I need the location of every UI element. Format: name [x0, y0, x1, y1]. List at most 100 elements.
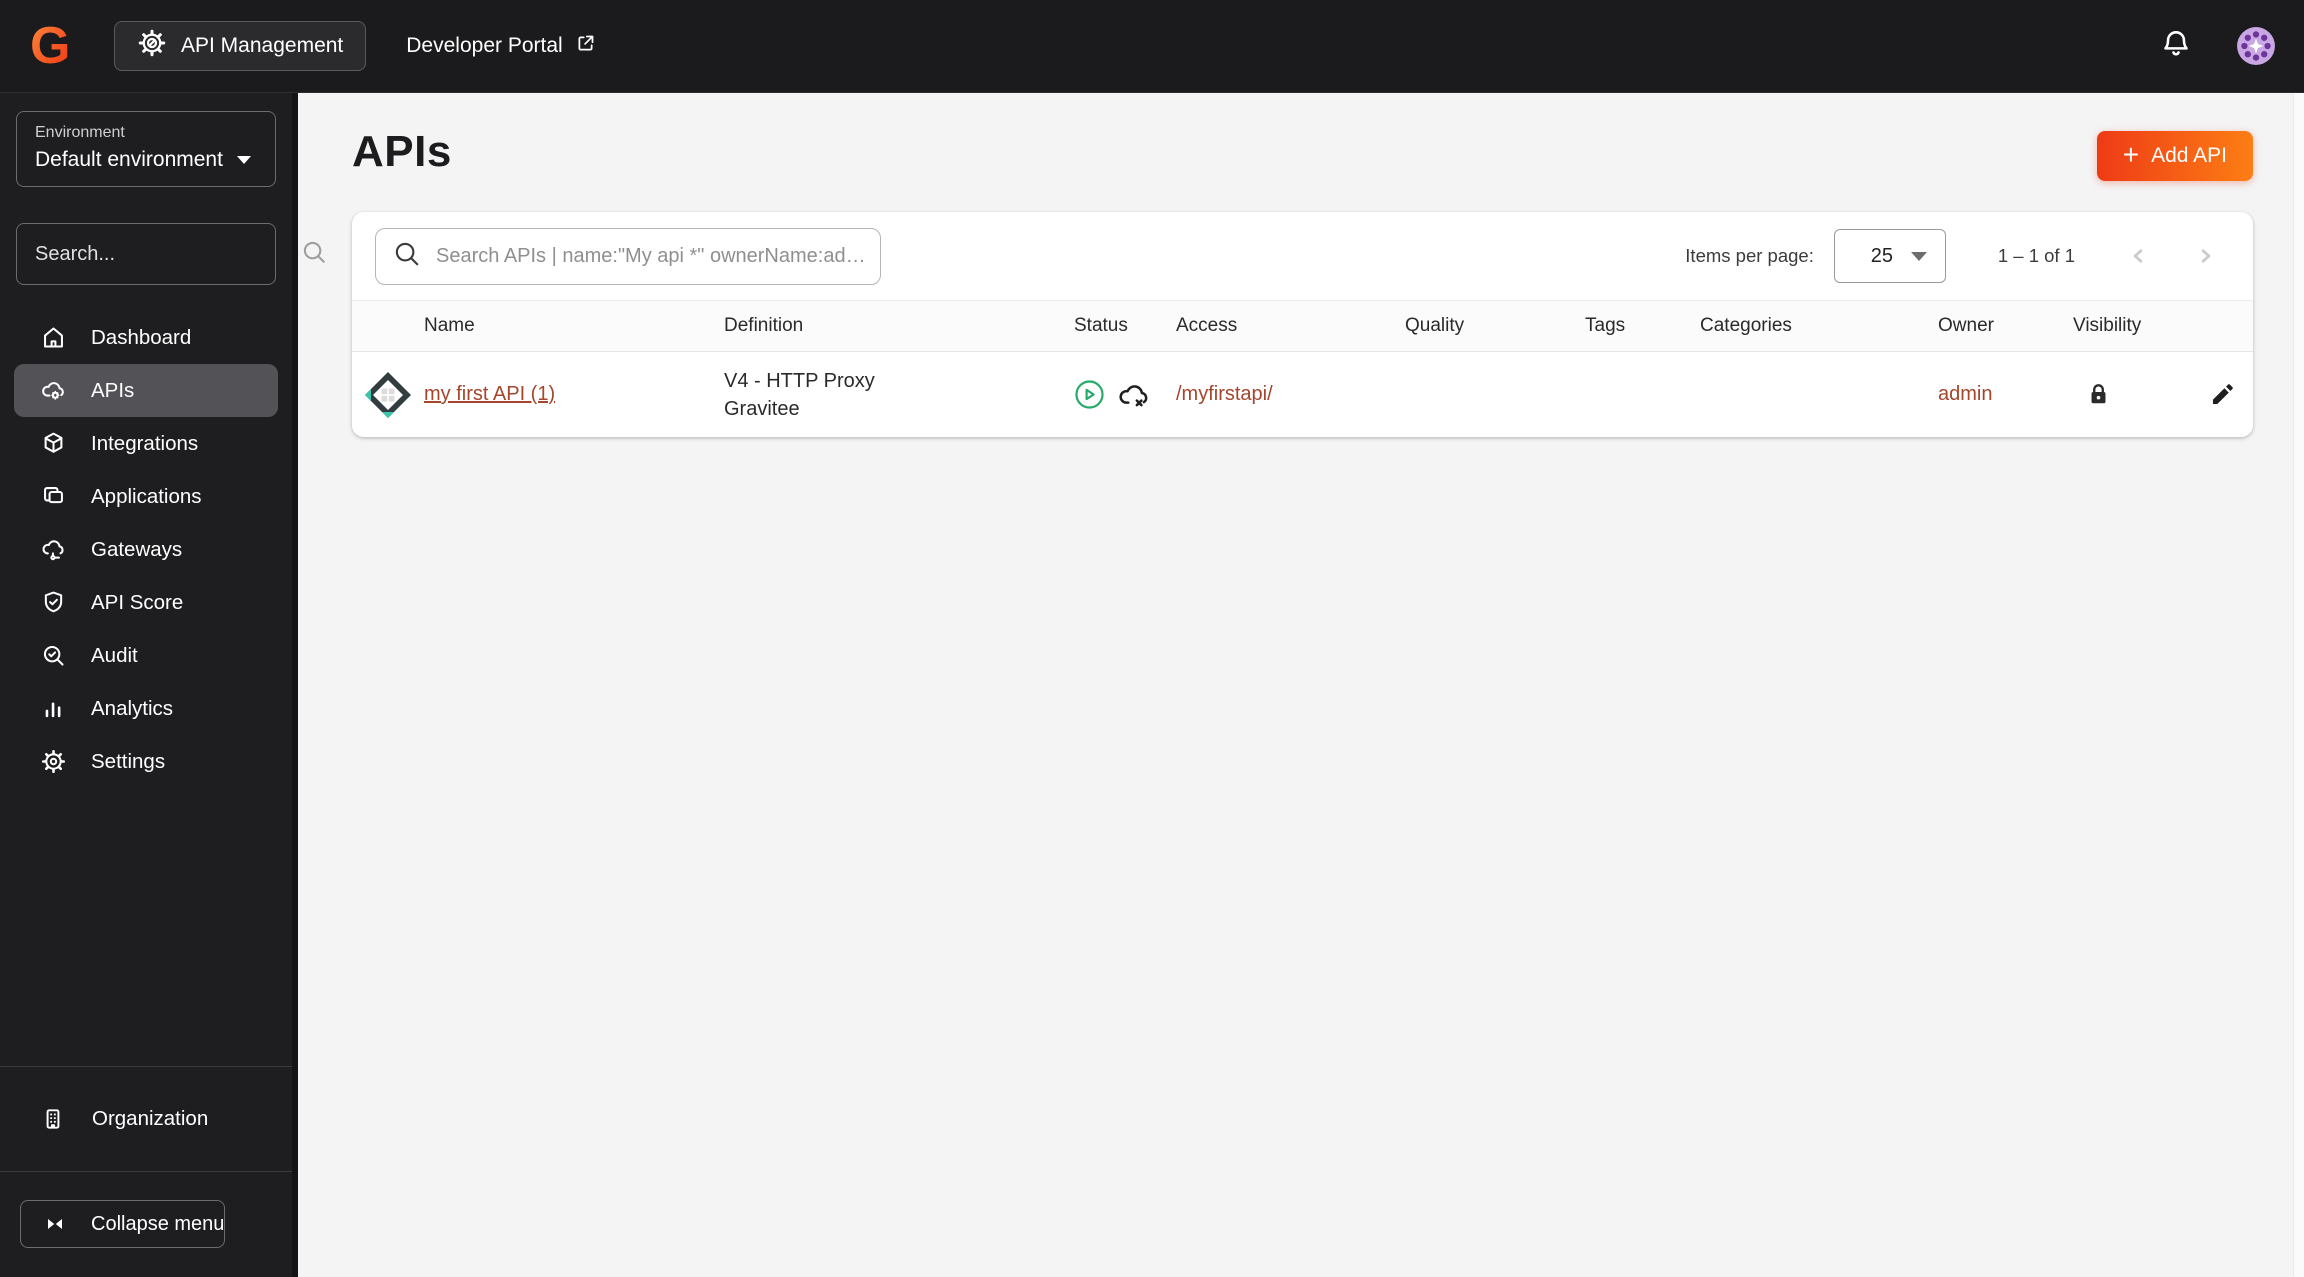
sidebar-item-label: Settings — [91, 749, 166, 773]
pagination-range: 1 – 1 of 1 — [1997, 245, 2075, 266]
gravitee-logo[interactable]: G — [28, 18, 80, 74]
next-page-button[interactable] — [2183, 233, 2229, 279]
building-icon — [40, 1106, 66, 1132]
api-name-cell: my first API (1) — [424, 383, 724, 406]
edit-api-button[interactable] — [2208, 381, 2236, 409]
apps-icon — [40, 483, 67, 510]
sidebar-item-gateways[interactable]: Gateways — [14, 523, 278, 576]
column-header-tags: Tags — [1585, 315, 1626, 336]
column-header-name: Name — [424, 315, 475, 336]
api-name-link[interactable]: my first API (1) — [424, 383, 555, 405]
shield-check-icon — [40, 589, 67, 616]
sidebar: Environment Default environment Dashboar… — [0, 93, 325, 1277]
apis-table-card: Items per page: 25 1 – 1 of 1 — [352, 212, 2253, 437]
table-filter-row: Items per page: 25 1 – 1 of 1 — [352, 212, 2253, 300]
column-header-categories: Categories — [1700, 315, 1792, 336]
collapse-menu-button[interactable]: Collapse menu — [20, 1200, 226, 1248]
cloud-gear-icon — [40, 377, 67, 404]
user-avatar[interactable] — [2236, 26, 2276, 66]
sidebar-item-label: API Score — [91, 590, 184, 614]
environment-label: Environment — [35, 124, 125, 141]
add-api-button[interactable]: + Add API — [2096, 131, 2253, 181]
api-actions-cell — [2208, 381, 2253, 409]
developer-portal-label: Developer Portal — [406, 34, 563, 57]
api-definition-line2: Gravitee — [724, 397, 800, 420]
sidebar-item-api-score[interactable]: API Score — [14, 576, 278, 629]
scrollbar-track[interactable] — [2293, 93, 2304, 1277]
sidebar-item-organization[interactable]: Organization — [0, 1067, 292, 1171]
api-definition-cell: V4 - HTTP Proxy Gravitee — [724, 367, 1074, 423]
notifications-button[interactable] — [2158, 26, 2194, 67]
api-search-input[interactable] — [436, 244, 864, 268]
page-title: APIs — [352, 127, 452, 176]
column-header-status: Status — [1074, 315, 1128, 336]
column-header-access: Access — [1176, 315, 1238, 336]
column-header-quality: Quality — [1405, 315, 1465, 336]
sidebar-item-label: APIs — [91, 378, 135, 402]
column-header-visibility: Visibility — [2073, 315, 2142, 336]
api-search-box — [375, 227, 881, 285]
external-link-icon — [575, 33, 596, 60]
search-icon — [392, 239, 422, 274]
pencil-icon — [2208, 381, 2236, 409]
main-content: APIs + Add API Items per page: 25 — [304, 93, 2304, 1277]
api-status-cell — [1074, 377, 1176, 412]
plus-icon: + — [2122, 138, 2140, 170]
cloud-node-icon — [40, 536, 67, 563]
environment-value: Default environment — [35, 148, 223, 171]
sidebar-item-label: Analytics — [91, 696, 174, 720]
chevron-left-icon — [2133, 249, 2143, 263]
api-access-cell: /myfirstapi/ — [1176, 383, 1273, 405]
gear-icon — [137, 28, 167, 64]
sidebar-item-apis[interactable]: APIs — [14, 364, 278, 417]
sidebar-search-input[interactable] — [35, 242, 300, 266]
items-per-page-label: Items per page: — [1685, 245, 1814, 266]
api-management-label: API Management — [181, 34, 344, 57]
api-avatar — [364, 371, 424, 419]
sidebar-item-label: Integrations — [91, 431, 199, 455]
search-check-icon — [40, 642, 67, 669]
sidebar-nav: Dashboard APIs Integrations Applications… — [0, 311, 292, 788]
gear-icon — [40, 748, 67, 775]
items-per-page-value: 25 — [1870, 244, 1893, 267]
svg-text:G: G — [30, 19, 70, 73]
sidebar-search — [16, 223, 325, 285]
sidebar-footer: Organization Collapse menu — [0, 1066, 292, 1277]
api-owner-cell: admin — [1938, 383, 1993, 405]
table-row[interactable]: my first API (1) V4 - HTTP Proxy Gravite… — [352, 352, 2253, 437]
column-header-definition: Definition — [724, 315, 804, 336]
sidebar-item-label: Applications — [91, 484, 202, 508]
sidebar-item-applications[interactable]: Applications — [14, 470, 278, 523]
sidebar-item-analytics[interactable]: Analytics — [14, 682, 278, 735]
collapse-menu-label: Collapse menu — [91, 1212, 225, 1235]
sidebar-item-label: Dashboard — [91, 325, 192, 349]
status-started-icon — [1074, 379, 1105, 410]
environment-select[interactable]: Environment Default environment — [16, 111, 276, 187]
sidebar-item-label: Audit — [91, 643, 138, 667]
bell-icon — [2158, 26, 2194, 67]
items-per-page-select[interactable]: 25 — [1833, 229, 1946, 283]
lock-icon — [2085, 381, 2112, 408]
top-bar: G API Management Developer Portal — [0, 0, 2304, 93]
organization-label: Organization — [92, 1107, 209, 1130]
user-identicon-icon — [2237, 27, 2275, 65]
chevron-down-icon — [236, 156, 251, 164]
bar-chart-icon — [40, 695, 67, 722]
chevron-down-icon — [1910, 251, 1927, 261]
api-management-button[interactable]: API Management — [114, 21, 367, 71]
cube-icon — [40, 430, 67, 457]
sidebar-item-settings[interactable]: Settings — [14, 735, 278, 788]
chevron-right-icon — [2201, 249, 2211, 263]
home-icon — [40, 324, 67, 351]
collapse-icon — [43, 1212, 67, 1236]
api-visibility-cell — [2073, 381, 2208, 408]
developer-portal-link[interactable]: Developer Portal — [406, 33, 595, 60]
sidebar-item-integrations[interactable]: Integrations — [14, 417, 278, 470]
column-header-owner: Owner — [1938, 315, 1994, 336]
sidebar-item-label: Gateways — [91, 537, 183, 561]
sidebar-item-audit[interactable]: Audit — [14, 629, 278, 682]
table-header: Name Definition Status Access Quality Ta… — [352, 300, 2253, 352]
api-definition-line1: V4 - HTTP Proxy — [724, 369, 875, 392]
sidebar-item-dashboard[interactable]: Dashboard — [14, 311, 278, 364]
previous-page-button[interactable] — [2115, 233, 2161, 279]
